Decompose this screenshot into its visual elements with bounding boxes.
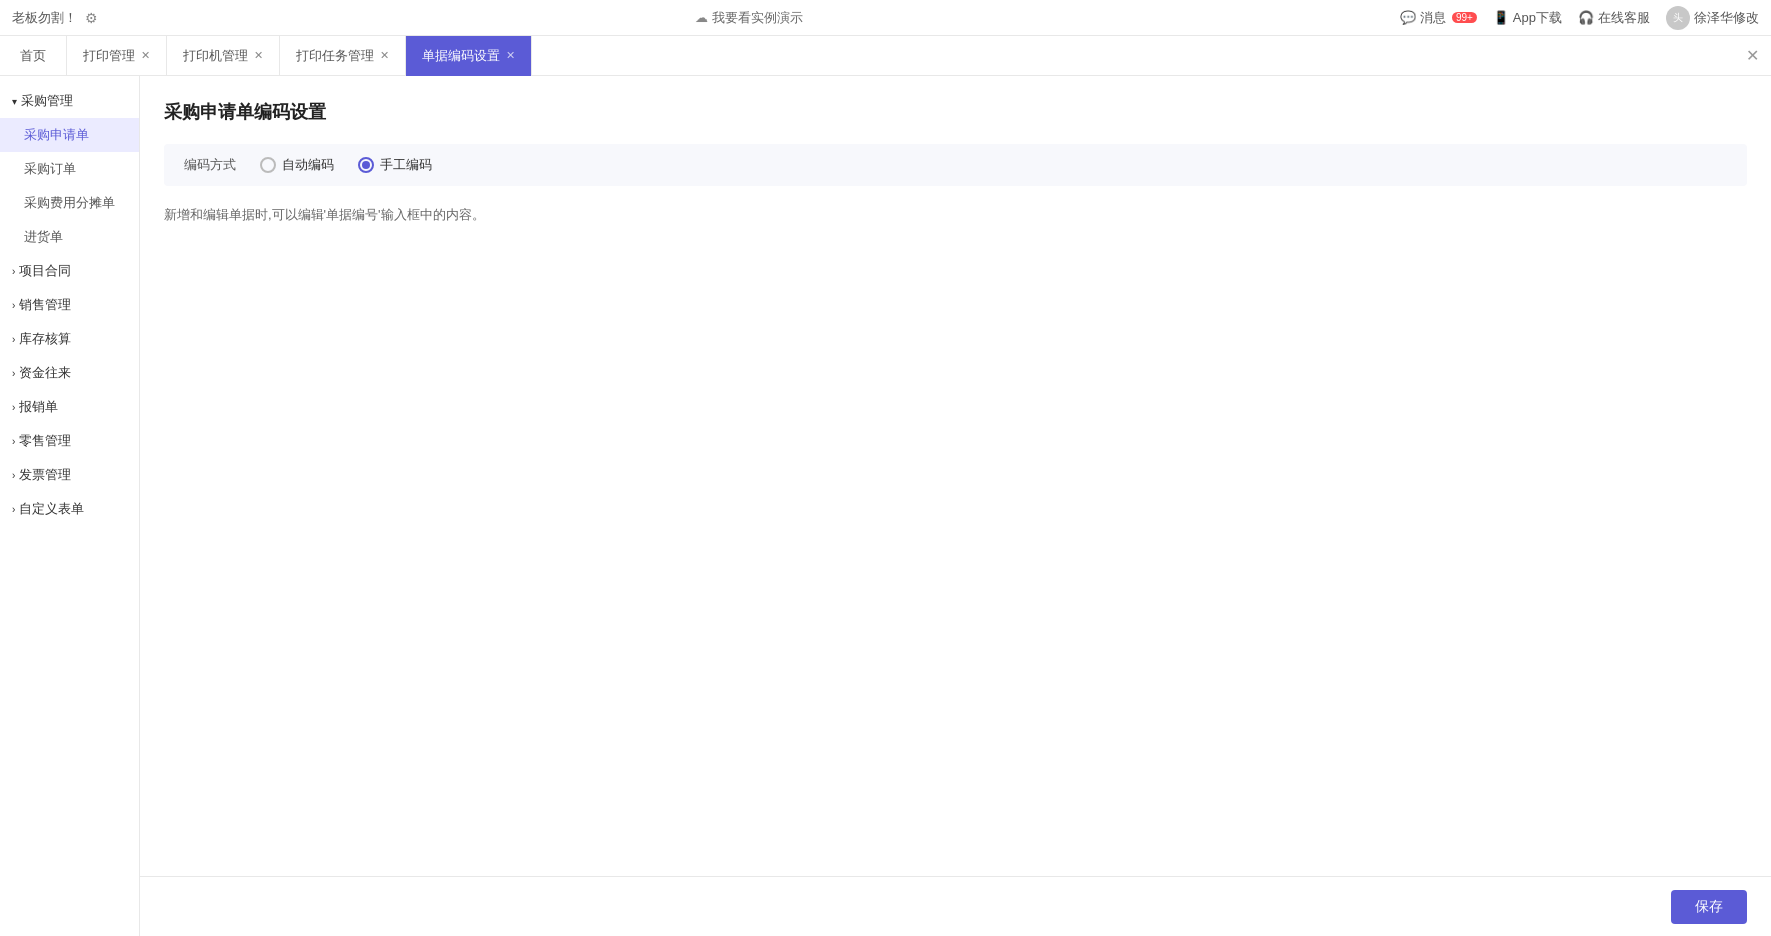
sidebar-group-retail[interactable]: › 零售管理 — [0, 424, 139, 458]
cloud-icon: ☁ — [695, 10, 708, 25]
tab-printer-mgmt[interactable]: 打印机管理 ✕ — [167, 36, 280, 76]
top-bar-right: 💬 消息 99+ 📱 App下载 🎧 在线客服 头 徐泽华修改 — [1400, 6, 1759, 30]
message-label: 消息 — [1420, 9, 1446, 27]
message-button[interactable]: 💬 消息 99+ — [1400, 9, 1477, 27]
encoding-row: 编码方式 自动编码 手工编码 — [164, 144, 1747, 186]
sidebar-group-capital-label: 资金往来 — [19, 364, 71, 382]
online-service-label: 在线客服 — [1598, 9, 1650, 27]
sidebar-group-project-label: 项目合同 — [19, 262, 71, 280]
sidebar-item-purchase-expense[interactable]: 采购费用分摊单 — [0, 186, 139, 220]
sidebar-item-purchase-request[interactable]: 采购申请单 — [0, 118, 139, 152]
headset-icon: 🎧 — [1578, 10, 1594, 25]
message-badge: 99+ — [1452, 12, 1477, 23]
page-title: 采购申请单编码设置 — [164, 100, 1747, 124]
top-bar-center: ☁ 我要看实例演示 — [695, 9, 803, 27]
sidebar-group-purchase[interactable]: ▾ 采购管理 — [0, 84, 139, 118]
sidebar-group-invoice-label: 发票管理 — [19, 466, 71, 484]
tab-home[interactable]: 首页 — [0, 36, 67, 76]
sidebar-item-purchase-order[interactable]: 采购订单 — [0, 152, 139, 186]
tab-barcode-setting[interactable]: 单据编码设置 ✕ — [406, 36, 532, 76]
app-download-button[interactable]: 📱 App下载 — [1493, 9, 1562, 27]
sidebar-item-purchase-request-label: 采购申请单 — [24, 127, 89, 142]
close-all-icon: ✕ — [1746, 46, 1759, 65]
sidebar-group-return-label: 报销单 — [19, 398, 58, 416]
app-download-label: App下载 — [1513, 9, 1562, 27]
sidebar-group-sales-label: 销售管理 — [19, 296, 71, 314]
sidebar-item-purchase-order-label: 采购订单 — [24, 161, 76, 176]
close-all-tabs[interactable]: ✕ — [1734, 46, 1771, 65]
user-profile[interactable]: 头 徐泽华修改 — [1666, 6, 1759, 30]
chevron-right-icon8: › — [12, 504, 15, 515]
tab-bar: 首页 打印管理 ✕ 打印机管理 ✕ 打印任务管理 ✕ 单据编码设置 ✕ ✕ — [0, 36, 1771, 76]
auto-code-option[interactable]: 自动编码 — [260, 156, 334, 174]
tab-home-label: 首页 — [20, 47, 46, 65]
chevron-right-icon7: › — [12, 470, 15, 481]
chevron-right-icon2: › — [12, 300, 15, 311]
sidebar-item-stock-in-label: 进货单 — [24, 229, 63, 244]
tab-print-mgmt-close[interactable]: ✕ — [141, 49, 150, 62]
content-area: 采购申请单编码设置 编码方式 自动编码 手工编码 新增和编辑单据时,可以编辑'单… — [140, 76, 1771, 936]
chevron-down-icon: ▾ — [12, 96, 17, 107]
manual-code-radio[interactable] — [358, 157, 374, 173]
content-inner: 采购申请单编码设置 编码方式 自动编码 手工编码 新增和编辑单据时,可以编辑'单… — [140, 76, 1771, 876]
sidebar-item-stock-in[interactable]: 进货单 — [0, 220, 139, 254]
sidebar-group-custom-form[interactable]: › 自定义表单 — [0, 492, 139, 526]
top-bar: 老板勿割！ ⚙ ☁ 我要看实例演示 💬 消息 99+ 📱 App下载 🎧 在线客… — [0, 0, 1771, 36]
auto-code-label: 自动编码 — [282, 156, 334, 174]
tab-print-mgmt[interactable]: 打印管理 ✕ — [67, 36, 167, 76]
user-name: 徐泽华修改 — [1694, 9, 1759, 27]
sidebar-group-sales[interactable]: › 销售管理 — [0, 288, 139, 322]
chevron-right-icon4: › — [12, 368, 15, 379]
hint-text: 新增和编辑单据时,可以编辑'单据编号'输入框中的内容。 — [164, 206, 1747, 224]
encoding-label: 编码方式 — [184, 156, 236, 174]
chevron-right-icon5: › — [12, 402, 15, 413]
tab-print-task-close[interactable]: ✕ — [380, 49, 389, 62]
chevron-right-icon3: › — [12, 334, 15, 345]
sidebar-group-capital[interactable]: › 资金往来 — [0, 356, 139, 390]
sidebar-group-retail-label: 零售管理 — [19, 432, 71, 450]
sidebar-group-custom-form-label: 自定义表单 — [19, 500, 84, 518]
manual-code-label: 手工编码 — [380, 156, 432, 174]
tab-printer-mgmt-close[interactable]: ✕ — [254, 49, 263, 62]
main-layout: ▾ 采购管理 采购申请单 采购订单 采购费用分摊单 进货单 › 项目合同 › 销… — [0, 76, 1771, 936]
sidebar-group-inventory-label: 库存核算 — [19, 330, 71, 348]
tab-barcode-setting-close[interactable]: ✕ — [506, 49, 515, 62]
demo-link[interactable]: 我要看实例演示 — [712, 9, 803, 27]
sidebar-group-project[interactable]: › 项目合同 — [0, 254, 139, 288]
sidebar-item-purchase-expense-label: 采购费用分摊单 — [24, 195, 115, 210]
manual-code-option[interactable]: 手工编码 — [358, 156, 432, 174]
auto-code-radio[interactable] — [260, 157, 276, 173]
sidebar-group-inventory[interactable]: › 库存核算 — [0, 322, 139, 356]
tab-print-task-label: 打印任务管理 — [296, 47, 374, 65]
tab-barcode-setting-label: 单据编码设置 — [422, 47, 500, 65]
radio-checked-dot — [362, 161, 370, 169]
download-icon: 📱 — [1493, 10, 1509, 25]
avatar: 头 — [1666, 6, 1690, 30]
tab-printer-mgmt-label: 打印机管理 — [183, 47, 248, 65]
tab-print-mgmt-label: 打印管理 — [83, 47, 135, 65]
online-service-button[interactable]: 🎧 在线客服 — [1578, 9, 1650, 27]
settings-icon[interactable]: ⚙ — [85, 10, 98, 26]
top-bar-left: 老板勿割！ ⚙ — [12, 9, 98, 27]
sidebar: ▾ 采购管理 采购申请单 采购订单 采购费用分摊单 进货单 › 项目合同 › 销… — [0, 76, 140, 936]
content-footer: 保存 — [140, 876, 1771, 936]
chevron-right-icon: › — [12, 266, 15, 277]
chat-icon: 💬 — [1400, 10, 1416, 25]
brand-label: 老板勿割！ — [12, 9, 77, 27]
sidebar-group-invoice[interactable]: › 发票管理 — [0, 458, 139, 492]
chevron-right-icon6: › — [12, 436, 15, 447]
tab-print-task[interactable]: 打印任务管理 ✕ — [280, 36, 406, 76]
sidebar-group-return[interactable]: › 报销单 — [0, 390, 139, 424]
save-button[interactable]: 保存 — [1671, 890, 1747, 924]
sidebar-group-purchase-label: 采购管理 — [21, 92, 73, 110]
